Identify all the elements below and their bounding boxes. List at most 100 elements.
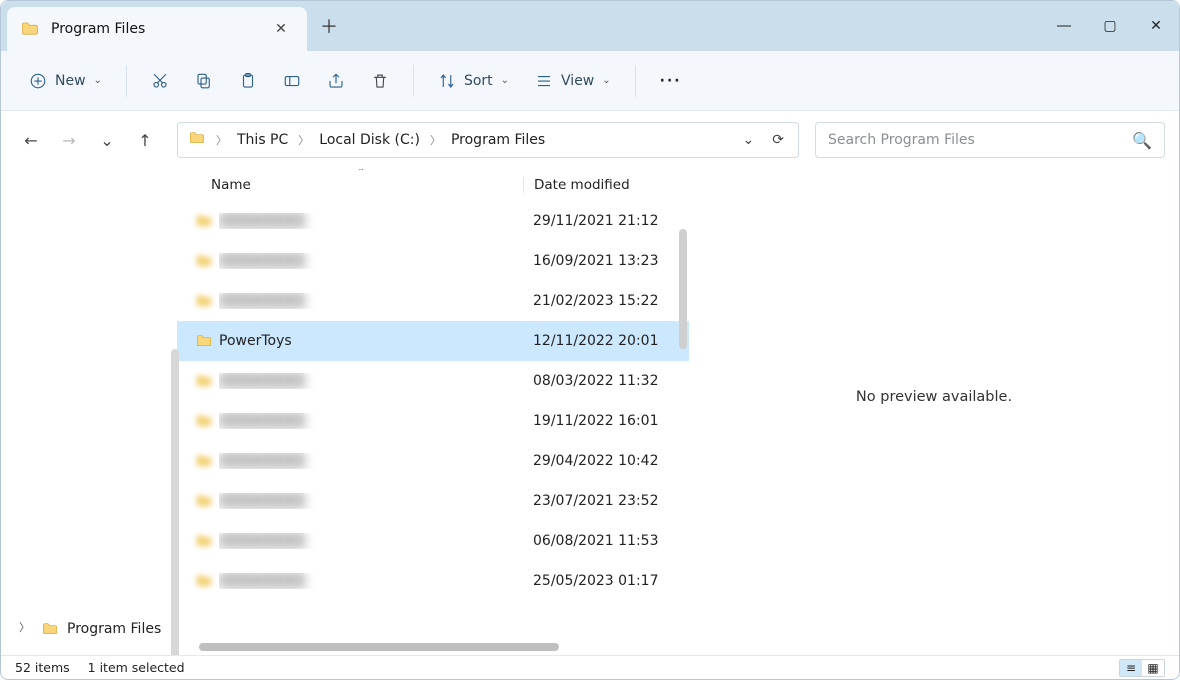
navigation-pane[interactable]: 〉 Program Files [1, 169, 177, 655]
file-list: ⌃ Name Date modified ████████29/11/2021 … [177, 169, 689, 655]
folder-icon [21, 20, 39, 38]
rename-button[interactable] [273, 63, 311, 99]
breadcrumb[interactable]: Program Files [451, 132, 545, 148]
file-date: 23/07/2021 23:52 [523, 493, 689, 509]
file-date: 16/09/2021 13:23 [523, 253, 689, 269]
file-date: 29/11/2021 21:12 [523, 213, 689, 229]
maximize-button[interactable]: ▢ [1087, 1, 1133, 51]
details-view-icon[interactable]: ≡ [1120, 660, 1142, 676]
content-area: 〉 Program Files ⌃ Name Date modified ███… [1, 169, 1179, 655]
sidebar-scrollbar[interactable] [171, 349, 179, 655]
chevron-right-icon: 〉 [298, 132, 309, 148]
sort-indicator-icon: ⌃ [357, 169, 365, 178]
forward-button[interactable]: → [59, 131, 79, 150]
preview-pane: No preview available. [689, 169, 1179, 655]
new-tab-button[interactable]: ＋ [307, 1, 351, 51]
expand-icon[interactable]: 〉 [19, 619, 30, 635]
recent-dropdown[interactable]: ⌄ [97, 131, 117, 150]
file-date: 12/11/2022 20:01 [523, 333, 689, 349]
search-icon: 🔍 [1132, 131, 1152, 150]
folder-icon [195, 213, 219, 229]
status-item-count: 52 items [15, 660, 70, 675]
folder-icon [195, 573, 219, 589]
more-button[interactable]: ··· [650, 63, 692, 99]
column-headers: ⌃ Name Date modified [177, 169, 689, 201]
status-selection: 1 item selected [88, 660, 185, 675]
title-bar: Program Files ✕ ＋ ― ▢ ✕ [1, 1, 1179, 51]
folder-icon [195, 493, 219, 509]
search-box[interactable]: 🔍 [815, 122, 1165, 158]
file-date: 21/02/2023 15:22 [523, 293, 689, 309]
chevron-down-icon: ⌄ [602, 75, 610, 86]
view-label: View [561, 73, 594, 89]
table-row[interactable]: ████████19/11/2022 16:01 [177, 401, 689, 441]
view-button[interactable]: View ⌄ [525, 63, 621, 99]
refresh-button[interactable]: ⟳ [768, 132, 788, 148]
file-date: 25/05/2023 01:17 [523, 573, 689, 589]
chevron-down-icon: ⌄ [501, 75, 509, 86]
folder-icon [195, 253, 219, 269]
folder-icon [195, 333, 219, 349]
table-row[interactable]: ████████21/02/2023 15:22 [177, 281, 689, 321]
chevron-down-icon: ⌄ [94, 75, 102, 86]
new-label: New [55, 73, 86, 89]
tab-title: Program Files [51, 21, 257, 37]
file-name: ████████ [219, 573, 523, 589]
file-name: ████████ [219, 453, 523, 469]
sort-label: Sort [464, 73, 493, 89]
table-row[interactable]: ████████08/03/2022 11:32 [177, 361, 689, 401]
tab-close-button[interactable]: ✕ [269, 21, 293, 37]
table-row[interactable]: ████████16/09/2021 13:23 [177, 241, 689, 281]
table-row[interactable]: ████████29/11/2021 21:12 [177, 201, 689, 241]
status-bar: 52 items 1 item selected ≡ ▦ [1, 655, 1179, 679]
table-row[interactable]: PowerToys12/11/2022 20:01 [177, 321, 689, 361]
new-button[interactable]: New ⌄ [19, 63, 112, 99]
file-name: ████████ [219, 213, 523, 229]
table-row[interactable]: ████████06/08/2021 11:53 [177, 521, 689, 561]
folder-icon [195, 453, 219, 469]
preview-message: No preview available. [856, 389, 1012, 405]
file-name: PowerToys [219, 333, 523, 349]
search-input[interactable] [828, 132, 1122, 148]
table-row[interactable]: ████████23/07/2021 23:52 [177, 481, 689, 521]
table-row[interactable]: ████████25/05/2023 01:17 [177, 561, 689, 601]
folder-icon [195, 373, 219, 389]
sidebar-item[interactable]: Program Files [41, 621, 161, 637]
folder-icon [195, 293, 219, 309]
close-button[interactable]: ✕ [1133, 1, 1179, 51]
file-name: ████████ [219, 373, 523, 389]
breadcrumb[interactable]: This PC [237, 132, 288, 148]
view-mode-toggle[interactable]: ≡ ▦ [1119, 659, 1165, 677]
delete-button[interactable] [361, 63, 399, 99]
tab-program-files[interactable]: Program Files ✕ [7, 7, 307, 51]
address-bar[interactable]: 〉 This PC 〉 Local Disk (C:) 〉 Program Fi… [177, 122, 799, 158]
folder-icon [195, 413, 219, 429]
folder-icon [188, 130, 206, 150]
share-button[interactable] [317, 63, 355, 99]
cut-button[interactable] [141, 63, 179, 99]
file-name: ████████ [219, 533, 523, 549]
thumbnails-view-icon[interactable]: ▦ [1142, 660, 1164, 676]
list-scrollbar[interactable] [679, 229, 687, 349]
breadcrumb[interactable]: Local Disk (C:) [319, 132, 420, 148]
toolbar: New ⌄ Sort ⌄ View ⌄ ··· [1, 51, 1179, 111]
file-name: ████████ [219, 413, 523, 429]
chevron-right-icon: 〉 [430, 132, 441, 148]
up-button[interactable]: ↑ [135, 131, 155, 150]
address-history-button[interactable]: ⌄ [739, 132, 759, 148]
file-name: ████████ [219, 253, 523, 269]
paste-button[interactable] [229, 63, 267, 99]
file-date: 08/03/2022 11:32 [523, 373, 689, 389]
table-row[interactable]: ████████29/04/2022 10:42 [177, 441, 689, 481]
horizontal-scrollbar[interactable] [191, 643, 675, 655]
sort-button[interactable]: Sort ⌄ [428, 63, 519, 99]
minimize-button[interactable]: ― [1041, 1, 1087, 51]
column-name[interactable]: Name [211, 177, 523, 193]
folder-icon [195, 533, 219, 549]
copy-button[interactable] [185, 63, 223, 99]
column-date-modified[interactable]: Date modified [523, 177, 689, 193]
file-name: ████████ [219, 493, 523, 509]
file-name: ████████ [219, 293, 523, 309]
sidebar-item-label: Program Files [67, 621, 161, 637]
back-button[interactable]: ← [21, 131, 41, 150]
